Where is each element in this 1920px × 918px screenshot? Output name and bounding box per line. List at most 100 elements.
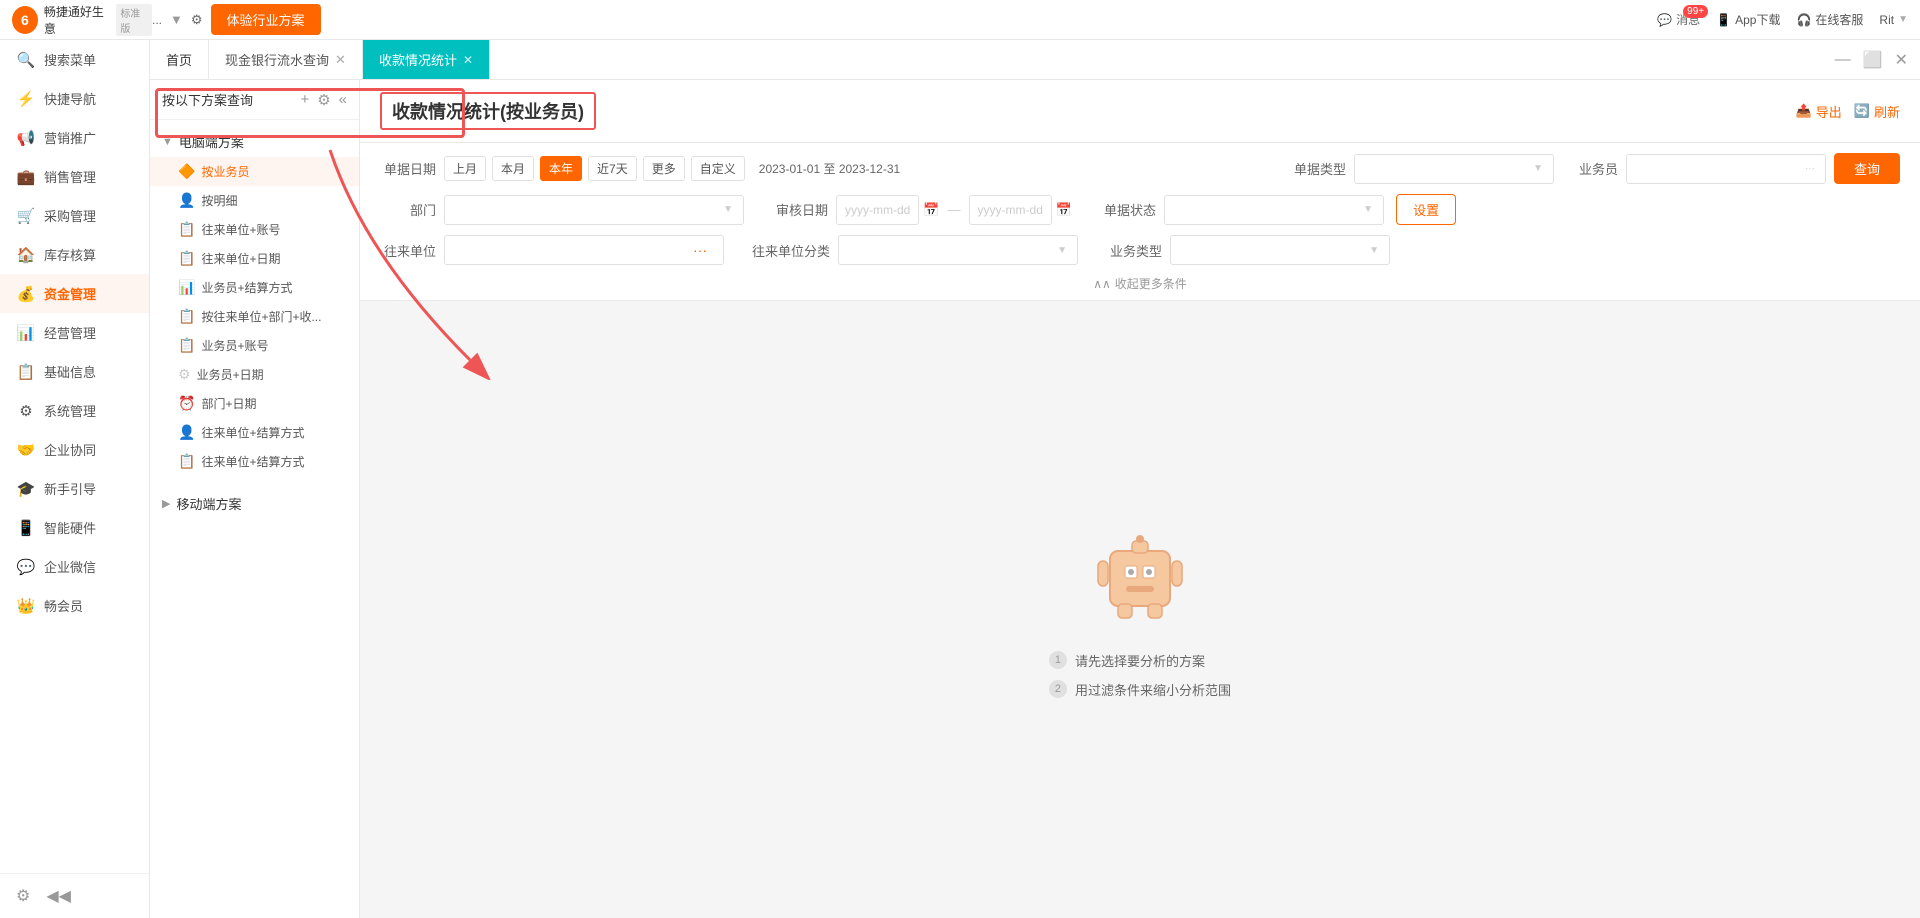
- panel-collapse-icon[interactable]: «: [339, 91, 347, 108]
- review-date-end-placeholder: yyyy-mm-dd: [978, 203, 1043, 217]
- sidebar-item-purchase[interactable]: 🛒 采购管理: [0, 196, 149, 235]
- export-button[interactable]: 📤 导出: [1796, 102, 1842, 121]
- panel-add-icon[interactable]: +: [300, 91, 309, 108]
- unit-dept-icon: 📋: [178, 308, 195, 325]
- filter-review-date: 审核日期 yyyy-mm-dd 📅 — yyyy-mm-dd �: [772, 195, 1072, 225]
- tab-maximize-icon[interactable]: ⬜: [1863, 50, 1883, 70]
- sidebar-item-wechat[interactable]: 💬 企业微信: [0, 547, 149, 586]
- sidebar-item-operations[interactable]: 📊 经营管理: [0, 313, 149, 352]
- partner-class-select[interactable]: ▼: [838, 235, 1078, 265]
- calendar-end-icon[interactable]: 📅: [1056, 202, 1072, 218]
- tree-item-by-unit-settle2[interactable]: 📋 往来单位+结算方式: [150, 447, 359, 476]
- tree-item-by-unit-account[interactable]: 📋 往来单位+账号: [150, 215, 359, 244]
- panel-settings-icon[interactable]: ⚙: [317, 91, 330, 109]
- export-icon: 📤: [1796, 103, 1812, 119]
- tree-item-by-unit-dept[interactable]: 📋 按往来单位+部门+收...: [150, 302, 359, 331]
- review-date-end-input[interactable]: yyyy-mm-dd: [969, 195, 1052, 225]
- sidebar-item-basic-info[interactable]: 📋 基础信息: [0, 352, 149, 391]
- date-btn-this-year[interactable]: 本年: [540, 156, 582, 181]
- tab-spacer: [490, 40, 1823, 79]
- date-btn-this-month[interactable]: 本月: [492, 156, 534, 181]
- refresh-label: 刷新: [1874, 102, 1900, 121]
- dept-select[interactable]: ▼: [444, 195, 744, 225]
- quick-nav-icon: ⚡: [16, 90, 36, 108]
- tree-item-by-salesperson-date[interactable]: ⚙ 业务员+日期: [150, 360, 359, 389]
- partner-input[interactable]: ···: [444, 235, 724, 265]
- salesperson-select[interactable]: ···: [1626, 154, 1826, 184]
- tree-item-by-salesperson-account[interactable]: 📋 业务员+账号: [150, 331, 359, 360]
- sidebar-item-sales[interactable]: 💼 销售管理: [0, 157, 149, 196]
- page-title: 收款情况统计(按业务员): [380, 92, 596, 130]
- biz-type-select[interactable]: ▼: [1170, 235, 1390, 265]
- detail-icon: 👤: [178, 192, 195, 209]
- sidebar-item-enterprise[interactable]: 🤝 企业协同: [0, 430, 149, 469]
- header-settings-icon[interactable]: ⚙: [191, 12, 203, 28]
- tab-bar: 首页 现金银行流水查询 ✕ 收款情况统计 ✕ — ⬜ ✕: [150, 40, 1920, 80]
- partner-ellipsis-icon[interactable]: ···: [687, 242, 713, 258]
- sidebar-item-quick-nav[interactable]: ⚡ 快捷导航: [0, 79, 149, 118]
- date-btn-more[interactable]: 更多: [643, 156, 685, 181]
- nav-dropdown-icon[interactable]: ▼: [170, 12, 183, 27]
- export-label: 导出: [1816, 102, 1842, 121]
- user-name: Rit: [1879, 13, 1894, 27]
- tree-item-by-salesperson[interactable]: 🔶 按业务员: [150, 157, 359, 186]
- tree-section-mobile-label: 移动端方案: [176, 494, 241, 513]
- tree-item-by-dept-date[interactable]: ⏰ 部门+日期: [150, 389, 359, 418]
- tip-2: 2 用过滤条件来缩小分析范围: [1049, 680, 1231, 699]
- online-service-btn[interactable]: 🎧 在线客服: [1796, 11, 1863, 28]
- app-download-btn[interactable]: 📱 App下载: [1716, 11, 1780, 28]
- settings-action-button[interactable]: 设置: [1396, 194, 1456, 225]
- tree-item-by-unit-date[interactable]: 📋 往来单位+日期: [150, 244, 359, 273]
- date-btn-last-month[interactable]: 上月: [444, 156, 486, 181]
- header-right: 💬 消息 99+ 📱 App下载 🎧 在线客服 Rit ▼: [1657, 11, 1908, 28]
- sidebar-item-system[interactable]: ⚙ 系统管理: [0, 391, 149, 430]
- tab-receipt[interactable]: 收款情况统计 ✕: [363, 40, 490, 79]
- review-date-start-input[interactable]: yyyy-mm-dd: [836, 195, 919, 225]
- sidebar-item-finance[interactable]: 💰 资金管理: [0, 274, 149, 313]
- tab-close-all-icon[interactable]: ✕: [1895, 50, 1908, 70]
- refresh-button[interactable]: 🔄 刷新: [1854, 102, 1900, 121]
- basic-info-icon: 📋: [16, 363, 36, 381]
- tree-item-by-unit-settle1[interactable]: 👤 往来单位+结算方式: [150, 418, 359, 447]
- tab-home[interactable]: 首页: [150, 40, 209, 79]
- sidebar-item-marketing[interactable]: 📢 营销推广: [0, 118, 149, 157]
- sidebar-item-search-menu[interactable]: 🔍 搜索菜单: [0, 40, 149, 79]
- sidebar-collapse-icon[interactable]: ◀◀: [46, 886, 71, 906]
- tree-item-by-salesperson-settle[interactable]: 📊 业务员+结算方式: [150, 273, 359, 302]
- tree-item-label: 部门+日期: [201, 395, 256, 412]
- user-profile[interactable]: Rit ▼: [1879, 13, 1908, 27]
- salesperson-label: 业务员: [1562, 159, 1618, 178]
- sidebar-item-newbie[interactable]: 🎓 新手引导: [0, 469, 149, 508]
- tree-item-by-detail[interactable]: 👤 按明细: [150, 186, 359, 215]
- tab-receipt-close-icon[interactable]: ✕: [463, 53, 473, 67]
- biz-type-label: 业务类型: [1106, 241, 1162, 260]
- dept-date-icon: ⏰: [178, 395, 195, 412]
- collapse-button[interactable]: ∧∧ 收起更多条件: [360, 265, 1920, 300]
- filter-date: 单据日期 上月 本月 本年 近7天 更多 自定义 2023-01-01 至 20…: [380, 156, 900, 181]
- sidebar-item-member[interactable]: 👑 畅会员: [0, 586, 149, 625]
- tree-section-desktop-header[interactable]: ▼ 电脑端方案: [150, 126, 359, 157]
- wechat-icon: 💬: [16, 558, 36, 576]
- doc-type-select[interactable]: ▼: [1354, 154, 1554, 184]
- query-button[interactable]: 查询: [1834, 153, 1900, 184]
- sidebar-item-smart-hw[interactable]: 📱 智能硬件: [0, 508, 149, 547]
- doc-status-select[interactable]: ▼: [1164, 195, 1384, 225]
- sidebar-item-inventory[interactable]: 🏠 库存核算: [0, 235, 149, 274]
- sidebar-label: 新手引导: [44, 479, 96, 498]
- sidebar-bottom-settings-icon[interactable]: ⚙: [16, 886, 30, 906]
- filter-partner: 往来单位 ···: [380, 235, 724, 265]
- filter-partner-class: 往来单位分类 ▼: [752, 235, 1078, 265]
- trial-button[interactable]: 体验行业方案: [211, 4, 321, 35]
- salesperson-settle-icon: 📊: [178, 279, 195, 296]
- sidebar-label: 资金管理: [44, 284, 96, 303]
- date-btn-7days[interactable]: 近7天: [588, 156, 637, 181]
- message-area[interactable]: 💬 消息 99+: [1657, 11, 1700, 28]
- tab-bank-close-icon[interactable]: ✕: [335, 52, 346, 68]
- tab-minimize-icon[interactable]: —: [1835, 51, 1851, 69]
- sidebar-label: 库存核算: [44, 245, 96, 264]
- date-btn-custom[interactable]: 自定义: [691, 156, 745, 181]
- tree-section-mobile-header[interactable]: ▶ 移动端方案: [150, 488, 359, 519]
- calendar-start-icon[interactable]: 📅: [923, 202, 939, 218]
- tab-bank[interactable]: 现金银行流水查询 ✕: [209, 40, 363, 79]
- tip-1-number: 1: [1049, 651, 1067, 669]
